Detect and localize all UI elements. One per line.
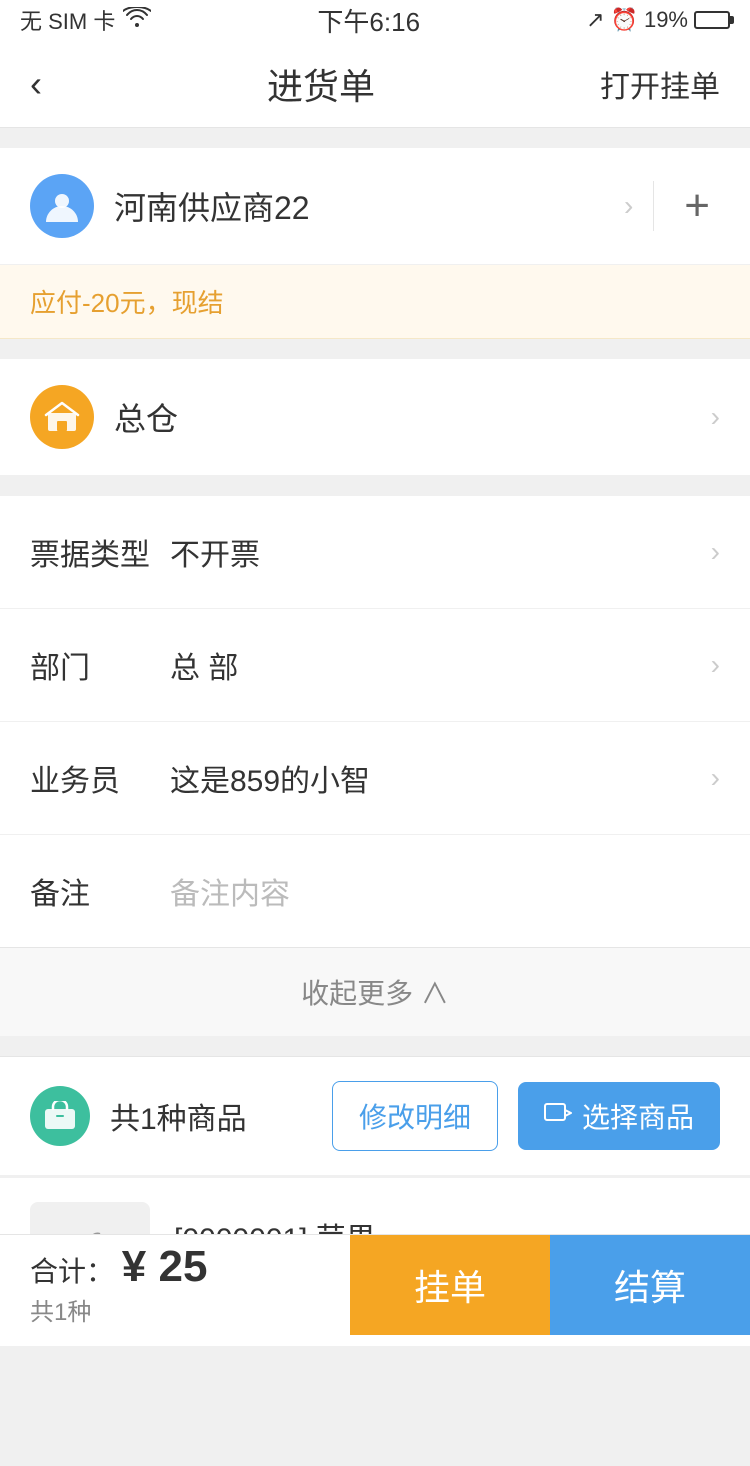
remark-input[interactable]: 备注内容	[170, 869, 720, 913]
battery-percent: 19%	[644, 7, 688, 33]
total-amount: ¥ 25	[122, 1242, 208, 1291]
checkout-button[interactable]: 结算	[550, 1235, 750, 1335]
status-right: ↗ ⏰ 19%	[586, 7, 730, 33]
back-button[interactable]: ‹	[30, 63, 42, 105]
remark-row[interactable]: 备注 备注内容	[0, 834, 750, 947]
nav-bar: ‹ 进货单 打开挂单	[0, 40, 750, 128]
status-left: 无 SIM 卡	[20, 4, 151, 36]
warehouse-section[interactable]: 总仓 ›	[0, 359, 750, 475]
supplier-name: 河南供应商22	[114, 183, 604, 229]
bottom-bar: 合计： ¥ 25 共1种 挂单 结算	[0, 1234, 750, 1334]
department-row[interactable]: 部门 总 部 ›	[0, 608, 750, 721]
warehouse-chevron-icon: ›	[711, 401, 720, 433]
salesperson-label: 业务员	[30, 756, 170, 800]
bottom-total: 合计： ¥ 25 共1种	[0, 1242, 350, 1327]
salesperson-value: 这是859的小智	[170, 756, 711, 800]
page-title: 进货单	[267, 58, 375, 110]
collapse-more-button[interactable]: 收起更多 ∧	[0, 947, 750, 1036]
salesperson-chevron-icon: ›	[711, 762, 720, 794]
invoice-type-value: 不开票	[170, 530, 711, 574]
open-hang-button[interactable]: 打开挂单	[600, 62, 720, 106]
supplier-avatar	[30, 174, 94, 238]
supplier-row[interactable]: 河南供应商22 › +	[0, 148, 750, 265]
add-supplier-button[interactable]: +	[674, 181, 720, 231]
salesperson-row[interactable]: 业务员 这是859的小智 ›	[0, 721, 750, 834]
department-value: 总 部	[170, 643, 711, 687]
wifi-icon	[123, 7, 151, 33]
location-icon: ↗	[586, 7, 604, 33]
alarm-icon: ⏰	[611, 7, 638, 33]
bottom-spacer	[0, 1346, 750, 1366]
products-count: 共1种商品	[110, 1094, 312, 1138]
total-line: 合计： ¥ 25	[30, 1242, 320, 1292]
invoice-type-chevron-icon: ›	[711, 536, 720, 568]
form-section: 票据类型 不开票 › 部门 总 部 › 业务员 这是859的小智 › 备注 备注…	[0, 495, 750, 1036]
status-time: 下午6:16	[317, 2, 420, 39]
products-icon	[30, 1086, 90, 1146]
total-count: 共1种	[30, 1292, 320, 1327]
select-products-label: 选择商品	[582, 1096, 694, 1136]
total-label: 合计：	[30, 1256, 114, 1287]
section-divider-1	[0, 128, 750, 148]
notice-text: 应付-20元，现结	[30, 288, 224, 318]
section-divider-4	[0, 1036, 750, 1056]
section-divider-3	[0, 475, 750, 495]
supplier-section: 河南供应商22 › + 应付-20元，现结	[0, 148, 750, 339]
supplier-chevron-icon: ›	[624, 190, 633, 222]
warehouse-row[interactable]: 总仓 ›	[0, 359, 750, 475]
section-divider-2	[0, 339, 750, 359]
warehouse-name: 总仓	[114, 394, 691, 440]
vertical-divider	[653, 181, 654, 231]
select-products-icon	[544, 1100, 572, 1132]
select-products-button[interactable]: 选择商品	[518, 1082, 720, 1150]
invoice-type-row[interactable]: 票据类型 不开票 ›	[0, 495, 750, 608]
hang-button[interactable]: 挂单	[350, 1235, 550, 1335]
carrier-label: 无 SIM 卡	[20, 4, 115, 36]
battery-icon	[694, 11, 730, 29]
department-label: 部门	[30, 643, 170, 687]
invoice-type-label: 票据类型	[30, 530, 170, 574]
remark-label: 备注	[30, 869, 170, 913]
notice-bar: 应付-20元，现结	[0, 265, 750, 339]
status-bar: 无 SIM 卡 下午6:16 ↗ ⏰ 19%	[0, 0, 750, 40]
products-header: 共1种商品 修改明细 选择商品	[0, 1056, 750, 1175]
edit-detail-button[interactable]: 修改明细	[332, 1081, 498, 1151]
warehouse-icon	[30, 385, 94, 449]
department-chevron-icon: ›	[711, 649, 720, 681]
